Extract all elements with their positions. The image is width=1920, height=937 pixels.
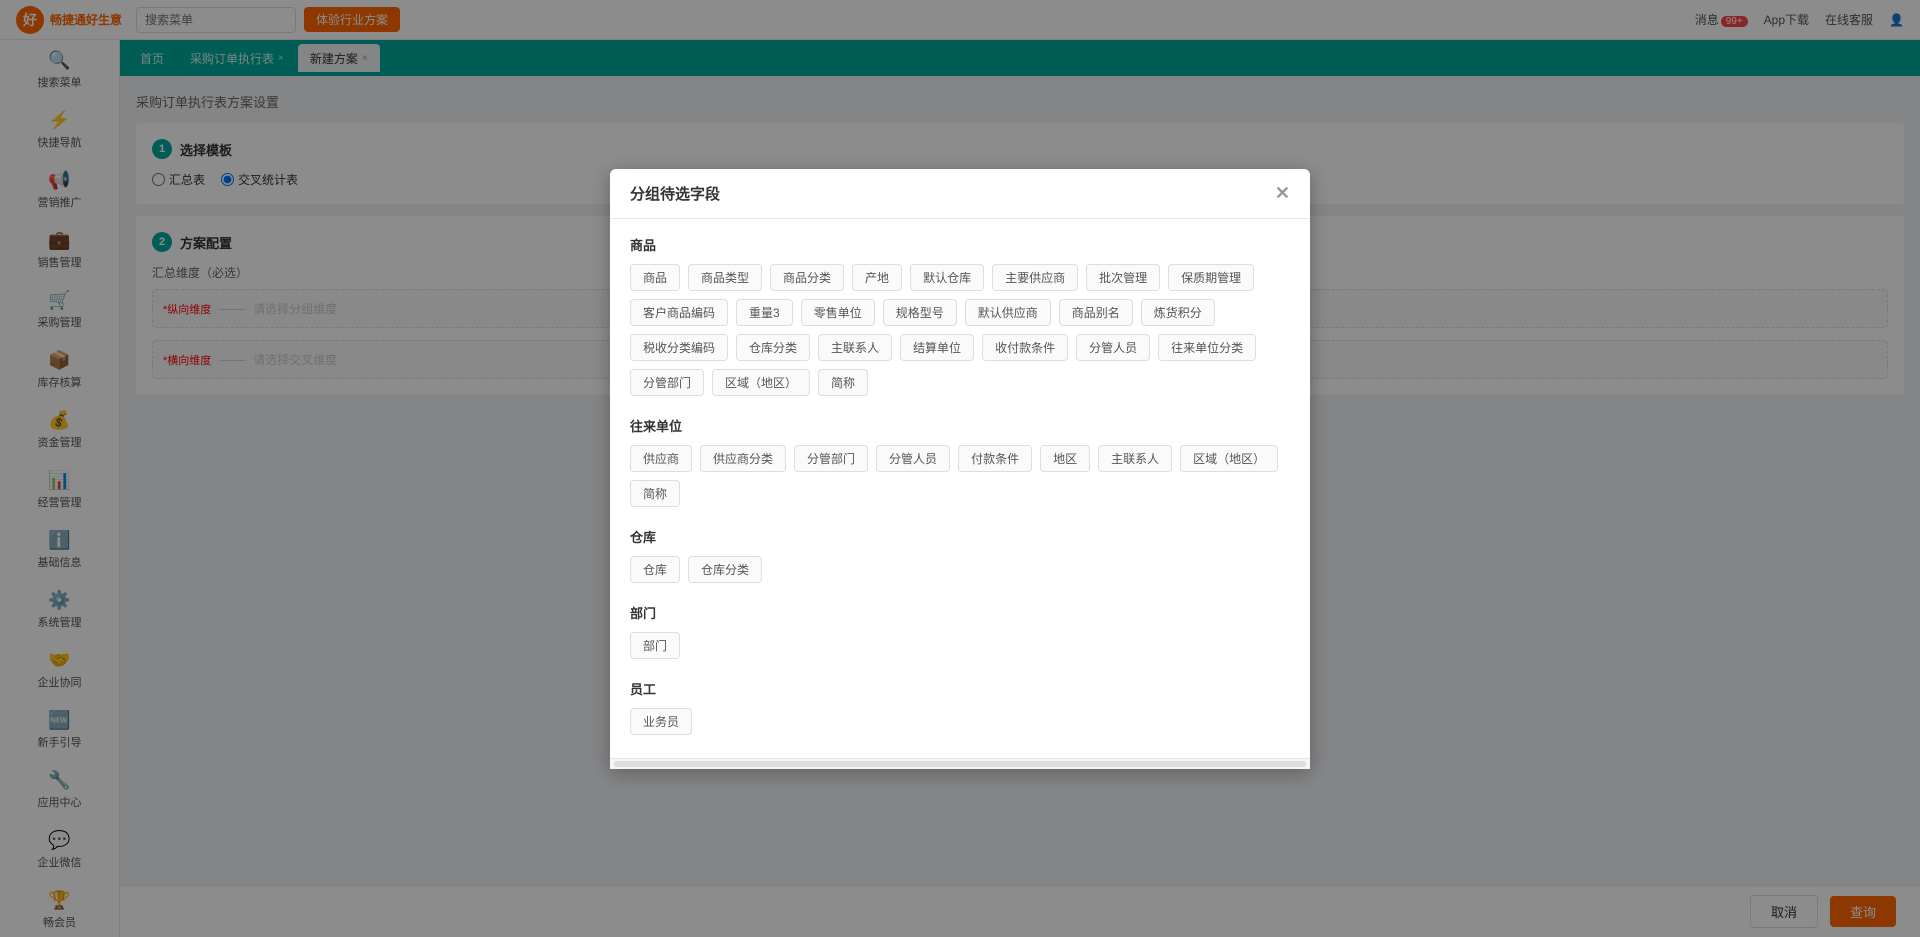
- field-section-4: 员工业务员: [630, 679, 1290, 735]
- field-tag-1-4[interactable]: 付款条件: [958, 445, 1032, 472]
- modal-body[interactable]: 商品商品商品类型商品分类产地默认仓库主要供应商批次管理保质期管理客户商品编码重量…: [610, 219, 1310, 759]
- field-tag-0-17[interactable]: 主联系人: [818, 334, 892, 361]
- field-tag-1-7[interactable]: 区域（地区）: [1180, 445, 1278, 472]
- hscroll-track: [614, 761, 1306, 767]
- field-tag-1-0[interactable]: 供应商: [630, 445, 692, 472]
- field-tag-1-1[interactable]: 供应商分类: [700, 445, 786, 472]
- field-tag-4-0[interactable]: 业务员: [630, 708, 692, 735]
- field-tag-0-22[interactable]: 分管部门: [630, 369, 704, 396]
- field-tag-0-20[interactable]: 分管人员: [1076, 334, 1150, 361]
- field-tag-0-5[interactable]: 主要供应商: [992, 264, 1078, 291]
- field-tag-1-3[interactable]: 分管人员: [876, 445, 950, 472]
- field-section-title-4: 员工: [630, 679, 1290, 698]
- field-section-title-1: 往来单位: [630, 416, 1290, 435]
- field-tags-4: 业务员: [630, 708, 1290, 735]
- field-tag-0-1[interactable]: 商品类型: [688, 264, 762, 291]
- field-tag-0-13[interactable]: 商品别名: [1059, 299, 1133, 326]
- modal-title: 分组待选字段: [630, 183, 720, 204]
- modal-overlay: 分组待选字段 ✕ 商品商品商品类型商品分类产地默认仓库主要供应商批次管理保质期管…: [0, 0, 1920, 937]
- field-tag-0-14[interactable]: 炼货积分: [1141, 299, 1215, 326]
- field-tag-0-19[interactable]: 收付款条件: [982, 334, 1068, 361]
- field-tags-3: 部门: [630, 632, 1290, 659]
- field-tag-1-6[interactable]: 主联系人: [1098, 445, 1172, 472]
- field-tag-2-0[interactable]: 仓库: [630, 556, 680, 583]
- field-tag-0-6[interactable]: 批次管理: [1086, 264, 1160, 291]
- modal-close-icon[interactable]: ✕: [1275, 183, 1290, 204]
- field-section-0: 商品商品商品类型商品分类产地默认仓库主要供应商批次管理保质期管理客户商品编码重量…: [630, 235, 1290, 396]
- field-tag-0-21[interactable]: 往来单位分类: [1158, 334, 1256, 361]
- field-tag-3-0[interactable]: 部门: [630, 632, 680, 659]
- field-tag-0-2[interactable]: 商品分类: [770, 264, 844, 291]
- field-tags-0: 商品商品类型商品分类产地默认仓库主要供应商批次管理保质期管理客户商品编码重量3 零…: [630, 264, 1290, 396]
- modal-header: 分组待选字段 ✕: [610, 169, 1310, 219]
- field-tag-0-23[interactable]: 区域（地区）: [712, 369, 810, 396]
- field-tag-1-5[interactable]: 地区: [1040, 445, 1090, 472]
- field-section-title-2: 仓库: [630, 527, 1290, 546]
- field-tag-0-16[interactable]: 仓库分类: [736, 334, 810, 361]
- field-tag-0-9[interactable]: 重量3: [736, 299, 793, 326]
- field-section-title-3: 部门: [630, 603, 1290, 622]
- field-section-3: 部门部门: [630, 603, 1290, 659]
- field-tag-0-15[interactable]: 税收分类编码: [630, 334, 728, 361]
- field-tag-2-1[interactable]: 仓库分类: [688, 556, 762, 583]
- field-tag-1-2[interactable]: 分管部门: [794, 445, 868, 472]
- modal: 分组待选字段 ✕ 商品商品商品类型商品分类产地默认仓库主要供应商批次管理保质期管…: [610, 169, 1310, 769]
- field-tag-0-11[interactable]: 规格型号: [883, 299, 957, 326]
- field-section-title-0: 商品: [630, 235, 1290, 254]
- field-tag-0-3[interactable]: 产地: [852, 264, 902, 291]
- field-tags-2: 仓库仓库分类: [630, 556, 1290, 583]
- field-tag-0-4[interactable]: 默认仓库: [910, 264, 984, 291]
- field-tag-0-18[interactable]: 结算单位: [900, 334, 974, 361]
- modal-hscroll[interactable]: [610, 758, 1310, 768]
- field-tag-0-8[interactable]: 客户商品编码: [630, 299, 728, 326]
- field-section-2: 仓库仓库仓库分类: [630, 527, 1290, 583]
- field-tag-0-0[interactable]: 商品: [630, 264, 680, 291]
- field-tag-0-12[interactable]: 默认供应商: [965, 299, 1051, 326]
- field-section-1: 往来单位供应商供应商分类分管部门分管人员付款条件地区主联系人区域（地区） 简称: [630, 416, 1290, 507]
- field-tag-0-7[interactable]: 保质期管理: [1168, 264, 1254, 291]
- field-tag-0-10[interactable]: 零售单位: [801, 299, 875, 326]
- field-tags-1: 供应商供应商分类分管部门分管人员付款条件地区主联系人区域（地区） 简称: [630, 445, 1290, 507]
- field-tag-1-8[interactable]: 简称: [630, 480, 680, 507]
- field-tag-0-24[interactable]: 简称: [818, 369, 868, 396]
